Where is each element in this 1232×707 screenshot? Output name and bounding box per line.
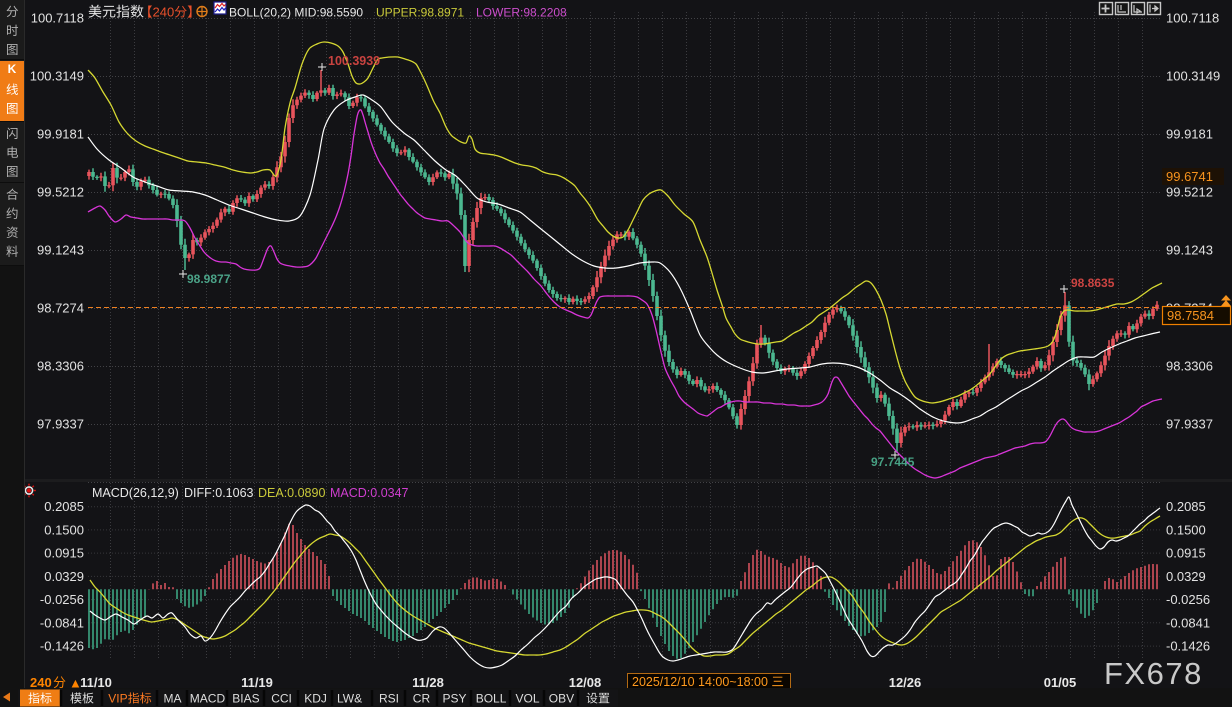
svg-text:BOLL: BOLL bbox=[476, 692, 507, 706]
svg-text:UPPER:98.8971: UPPER:98.8971 bbox=[376, 6, 464, 20]
svg-text:MACD(26,12,9): MACD(26,12,9) bbox=[92, 486, 179, 500]
svg-text:99.9181: 99.9181 bbox=[1166, 127, 1213, 142]
svg-text:2025/12/10 14:00~18:00: 2025/12/10 14:00~18:00 bbox=[632, 675, 768, 689]
svg-text:VIP: VIP bbox=[108, 692, 127, 706]
svg-text:100.3149: 100.3149 bbox=[30, 69, 84, 84]
svg-text:-0.1426: -0.1426 bbox=[40, 639, 84, 654]
svg-text:98.7584: 98.7584 bbox=[1167, 308, 1214, 323]
svg-text:98.8635: 98.8635 bbox=[1071, 276, 1115, 290]
svg-text:98.3306: 98.3306 bbox=[1166, 359, 1213, 374]
svg-text:99.1243: 99.1243 bbox=[1166, 243, 1213, 258]
svg-text:OBV: OBV bbox=[549, 692, 574, 706]
svg-text:0.0915: 0.0915 bbox=[1166, 546, 1206, 561]
svg-text:0.1500: 0.1500 bbox=[1166, 522, 1206, 537]
svg-text:11/10: 11/10 bbox=[80, 675, 112, 690]
svg-text:0.2085: 0.2085 bbox=[44, 499, 84, 514]
svg-text:LOWER:98.2208: LOWER:98.2208 bbox=[476, 6, 567, 20]
svg-text:97.7445: 97.7445 bbox=[871, 455, 915, 469]
svg-text:12/26: 12/26 bbox=[889, 675, 922, 690]
svg-text:99.5212: 99.5212 bbox=[37, 185, 84, 200]
svg-text:100.3149: 100.3149 bbox=[1166, 69, 1220, 84]
svg-text:-0.0256: -0.0256 bbox=[1166, 592, 1210, 607]
svg-text:MACD:0.0347: MACD:0.0347 bbox=[330, 486, 409, 500]
svg-text:DEA:0.0890: DEA:0.0890 bbox=[258, 486, 325, 500]
svg-text:VOL: VOL bbox=[516, 692, 540, 706]
svg-text:-0.0841: -0.0841 bbox=[1166, 615, 1210, 630]
svg-text:FX678: FX678 bbox=[1104, 656, 1203, 691]
svg-text:11/28: 11/28 bbox=[412, 675, 444, 690]
svg-text:PSY: PSY bbox=[443, 692, 467, 706]
svg-text:0.0329: 0.0329 bbox=[1166, 569, 1206, 584]
svg-text:98.3306: 98.3306 bbox=[37, 359, 84, 374]
svg-text:97.9337: 97.9337 bbox=[1166, 417, 1213, 432]
svg-text:RSI: RSI bbox=[379, 692, 399, 706]
svg-text:100.7118: 100.7118 bbox=[31, 11, 84, 26]
svg-text:0.0915: 0.0915 bbox=[44, 546, 84, 561]
svg-text:01/05: 01/05 bbox=[1044, 675, 1077, 690]
svg-text:0.1500: 0.1500 bbox=[44, 522, 84, 537]
svg-text:0.2085: 0.2085 bbox=[1166, 499, 1206, 514]
svg-text:MACD: MACD bbox=[190, 692, 226, 706]
svg-text:KDJ: KDJ bbox=[304, 692, 327, 706]
svg-text:98.7274: 98.7274 bbox=[37, 301, 84, 316]
svg-text:CR: CR bbox=[413, 692, 431, 706]
svg-text:BOLL(20,2) MID:98.5590: BOLL(20,2) MID:98.5590 bbox=[229, 6, 363, 20]
svg-text:-0.0841: -0.0841 bbox=[40, 615, 84, 630]
svg-text:99.9181: 99.9181 bbox=[37, 127, 84, 142]
svg-text:LW&: LW& bbox=[337, 692, 362, 706]
svg-text:98.9877: 98.9877 bbox=[187, 272, 231, 286]
svg-text:DIFF:0.1063: DIFF:0.1063 bbox=[184, 486, 254, 500]
svg-text:240: 240 bbox=[153, 5, 175, 20]
svg-text:99.6741: 99.6741 bbox=[1166, 169, 1213, 184]
svg-text:99.5212: 99.5212 bbox=[1166, 185, 1213, 200]
svg-text:MA: MA bbox=[164, 692, 182, 706]
svg-text:240: 240 bbox=[30, 675, 52, 690]
svg-text:BIAS: BIAS bbox=[232, 692, 259, 706]
svg-text:100.3939: 100.3939 bbox=[328, 54, 380, 68]
svg-text:11/19: 11/19 bbox=[241, 675, 273, 690]
svg-text:12/08: 12/08 bbox=[569, 675, 602, 690]
svg-text:99.1243: 99.1243 bbox=[37, 243, 84, 258]
svg-text:97.9337: 97.9337 bbox=[37, 417, 84, 432]
svg-text:K: K bbox=[8, 62, 17, 76]
svg-text:CCI: CCI bbox=[271, 692, 292, 706]
svg-text:100.7118: 100.7118 bbox=[1166, 11, 1219, 26]
svg-text:0.0329: 0.0329 bbox=[44, 569, 84, 584]
svg-text:-0.0256: -0.0256 bbox=[40, 592, 84, 607]
svg-text:-0.1426: -0.1426 bbox=[1166, 639, 1210, 654]
